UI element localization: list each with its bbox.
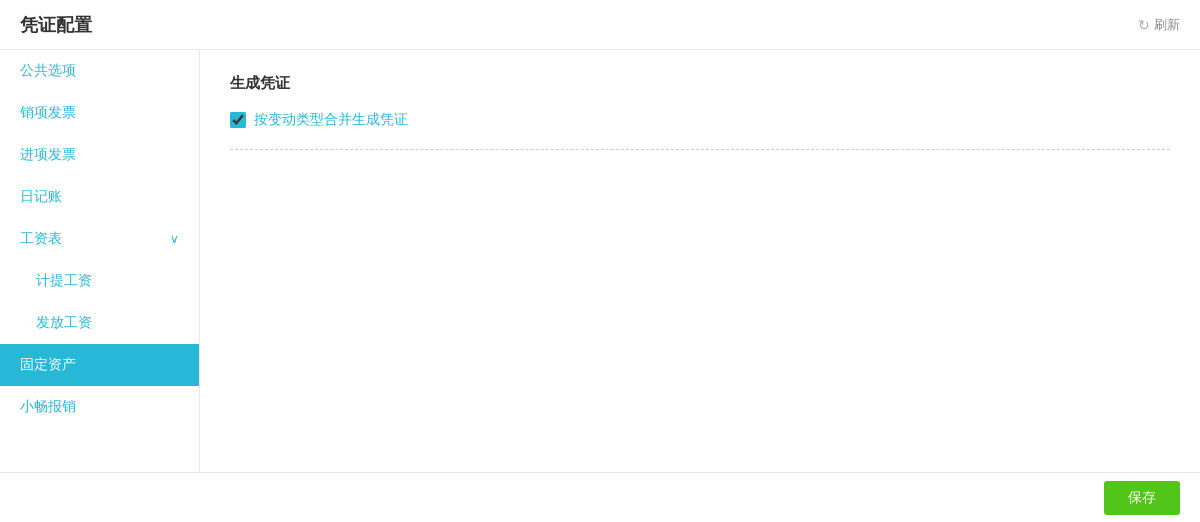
sidebar-item-label: 公共选项 xyxy=(20,62,76,80)
sidebar-item-payroll[interactable]: 工资表 ∨ xyxy=(0,218,199,260)
sidebar-item-journal[interactable]: 日记账 xyxy=(0,176,199,218)
sidebar-item-sales-invoice[interactable]: 销项发票 xyxy=(0,92,199,134)
sidebar: 公共选项销项发票进项发票日记账工资表 ∨ 计提工资发放工资固定资产小畅报销 xyxy=(0,50,200,472)
sidebar-item-pay-salary[interactable]: 发放工资 xyxy=(0,302,199,344)
header: 凭证配置 ↻ 刷新 xyxy=(0,0,1200,50)
section-divider xyxy=(230,149,1170,150)
sidebar-item-label: 销项发票 xyxy=(20,104,76,122)
chevron-down-icon: ∨ xyxy=(170,232,179,246)
refresh-icon: ↻ xyxy=(1138,17,1150,33)
checkbox-row: 按变动类型合并生成凭证 xyxy=(230,111,1170,129)
sidebar-item-purchase-invoice[interactable]: 进项发票 xyxy=(0,134,199,176)
sidebar-item-public-options[interactable]: 公共选项 xyxy=(0,50,199,92)
refresh-button[interactable]: ↻ 刷新 xyxy=(1138,16,1180,34)
sidebar-item-label: 日记账 xyxy=(20,188,62,206)
main-content: 公共选项销项发票进项发票日记账工资表 ∨ 计提工资发放工资固定资产小畅报销 生成凭证… xyxy=(0,50,1200,472)
save-button[interactable]: 保存 xyxy=(1104,481,1180,515)
sidebar-item-label: 发放工资 xyxy=(36,314,92,332)
content-area: 生成凭证 按变动类型合并生成凭证 xyxy=(200,50,1200,472)
merge-by-type-label[interactable]: 按变动类型合并生成凭证 xyxy=(254,111,408,129)
sidebar-item-label: 计提工资 xyxy=(36,272,92,290)
sidebar-item-label: 工资表 xyxy=(20,230,62,248)
merge-by-type-checkbox[interactable] xyxy=(230,112,246,128)
sidebar-item-label: 进项发票 xyxy=(20,146,76,164)
refresh-label: 刷新 xyxy=(1154,16,1180,34)
sidebar-item-fixed-assets[interactable]: 固定资产 xyxy=(0,344,199,386)
section-title: 生成凭证 xyxy=(230,74,1170,93)
page-title: 凭证配置 xyxy=(20,13,92,37)
footer: 保存 xyxy=(0,472,1200,522)
sidebar-item-label: 小畅报销 xyxy=(20,398,76,416)
sidebar-item-expense[interactable]: 小畅报销 xyxy=(0,386,199,428)
sidebar-item-calc-salary[interactable]: 计提工资 xyxy=(0,260,199,302)
sidebar-item-label: 固定资产 xyxy=(20,356,76,374)
